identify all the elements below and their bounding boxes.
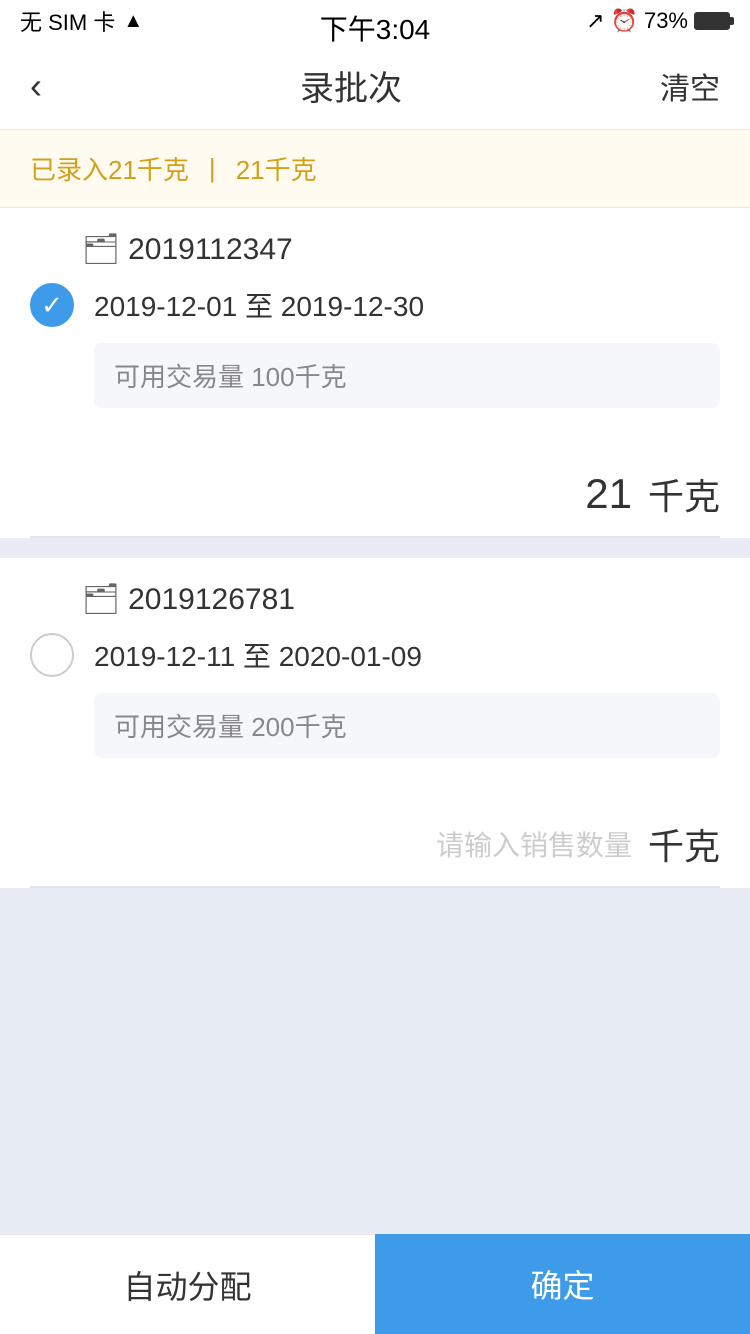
qty-placeholder-area-2[interactable]: 请输入销售数量 千克 <box>0 798 750 886</box>
summary-amount: 21千克 <box>236 150 317 187</box>
summary-banner: 已录入21千克 | 21千克 <box>0 130 750 208</box>
page-title: 录批次 <box>300 61 402 110</box>
batch-date-2: 2019-12-11 至 2020-01-09 <box>94 635 422 675</box>
wifi-icon: ▲ <box>123 10 143 33</box>
checkmark-1: ✓ <box>41 292 63 318</box>
available-qty-text-2: 可用交易量 200千克 <box>114 712 347 742</box>
batch-doc-icon-1: 🗂 <box>82 232 120 267</box>
status-time: 下午3:04 <box>320 8 431 48</box>
confirm-button[interactable]: 确定 <box>375 1234 750 1334</box>
qty-input-area-1[interactable]: 21 千克 <box>0 448 750 536</box>
nav-bar: ‹ 录批次 清空 <box>0 42 750 130</box>
qty-value-1[interactable]: 21 <box>585 470 632 518</box>
batch-date-row-2[interactable]: 2019-12-11 至 2020-01-09 <box>30 633 720 677</box>
battery-text: 73% <box>644 8 688 34</box>
batch-id-1: 2019112347 <box>128 233 293 267</box>
clear-button[interactable]: 清空 <box>660 64 720 108</box>
qty-unit-1: 千克 <box>648 468 720 520</box>
bottom-buttons: 自动分配 确定 <box>0 1234 750 1334</box>
batch-id-row-1: 🗂 2019112347 <box>30 232 720 267</box>
status-bar: 无 SIM 卡 ▲ 下午3:04 ↗ ⏰ 73% <box>0 0 750 42</box>
qty-placeholder-text-2[interactable]: 请输入销售数量 <box>436 824 632 864</box>
batch-doc-icon-2: 🗂 <box>82 582 120 617</box>
available-qty-text-1: 可用交易量 100千克 <box>114 362 347 392</box>
status-left: 无 SIM 卡 ▲ <box>20 5 143 37</box>
back-button[interactable]: ‹ <box>30 65 42 107</box>
batch-date-1: 2019-12-01 至 2019-12-30 <box>94 285 424 325</box>
batch-checkbox-2[interactable] <box>30 633 74 677</box>
batch-card-2: 🗂 2019126781 2019-12-11 至 2020-01-09 可用交… <box>0 558 750 888</box>
battery-icon <box>694 12 730 30</box>
batch-id-2: 2019126781 <box>128 583 295 617</box>
location-icon: ↗ <box>586 8 604 34</box>
qty-unit-2: 千克 <box>648 818 720 870</box>
auto-distribute-button[interactable]: 自动分配 <box>0 1234 375 1334</box>
alarm-icon: ⏰ <box>611 8 638 34</box>
available-qty-box-2: 可用交易量 200千克 <box>94 693 720 758</box>
available-qty-box-1: 可用交易量 100千克 <box>94 343 720 408</box>
batch-card-1: 🗂 2019112347 ✓ 2019-12-01 至 2019-12-30 可… <box>0 208 750 538</box>
batch-date-row-1[interactable]: ✓ 2019-12-01 至 2019-12-30 <box>30 283 720 327</box>
section-divider <box>0 538 750 558</box>
summary-label: 已录入21千克 <box>30 150 189 187</box>
carrier-text: 无 SIM 卡 <box>20 5 115 37</box>
empty-area <box>0 888 750 1288</box>
batch-checkbox-1[interactable]: ✓ <box>30 283 74 327</box>
summary-divider: | <box>209 153 216 184</box>
status-right: ↗ ⏰ 73% <box>586 8 730 34</box>
batch-id-row-2: 🗂 2019126781 <box>30 582 720 617</box>
